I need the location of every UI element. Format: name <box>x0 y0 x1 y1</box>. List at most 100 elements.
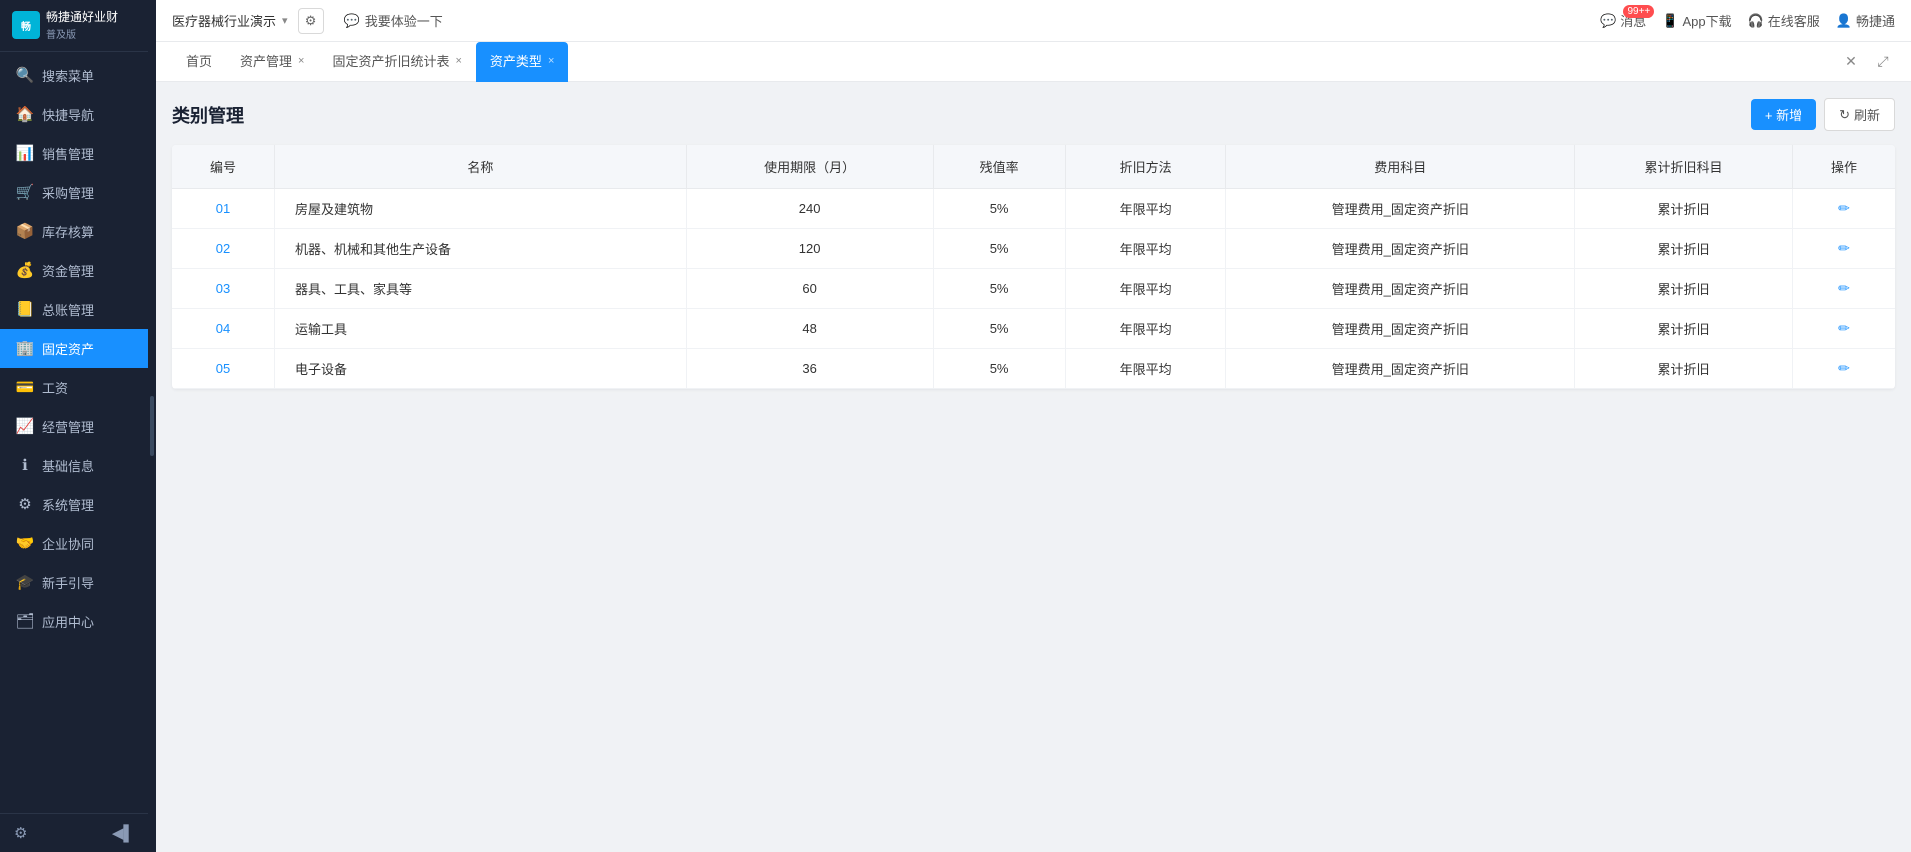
tab-label-0: 首页 <box>186 51 212 70</box>
tab-label-3: 资产类型 <box>490 51 542 70</box>
nav-icon-purchase: 🛒 <box>16 183 34 201</box>
table-row: 02 机器、机械和其他生产设备 120 5% 年限平均 管理费用_固定资产折旧 … <box>172 229 1895 269</box>
sidebar-item-appstore[interactable]: 🗂 应用中心 <box>0 602 148 641</box>
row-actions-0: ✏ <box>1793 189 1895 229</box>
nav-label-corp: 企业协同 <box>42 534 94 553</box>
tab-close-2[interactable]: × <box>455 55 461 67</box>
table-header: 编号名称使用期限（月）残值率折旧方法费用科目累计折旧科目操作 <box>172 145 1895 189</box>
tab-close-1[interactable]: × <box>298 55 304 67</box>
sidebar-nav: 🔍 搜索菜单 🏠 快捷导航 📊 销售管理 🛒 采购管理 📦 库存核算 💰 资金管… <box>0 52 148 813</box>
settings-button[interactable]: ⚙ <box>298 8 324 34</box>
customer-service-button[interactable]: 🎧 在线客服 <box>1748 11 1820 30</box>
sidebar-item-sales[interactable]: 📊 销售管理 <box>0 134 148 173</box>
row-name-4: 电子设备 <box>274 349 686 389</box>
nav-icon-inventory: 📦 <box>16 222 34 240</box>
sidebar-item-guide[interactable]: 🎓 新手引导 <box>0 563 148 602</box>
tab-actions: ✕ ⤢ <box>1839 50 1895 74</box>
sidebar-item-capital[interactable]: 💰 资金管理 <box>0 251 148 290</box>
sidebar-item-corp[interactable]: 🤝 企业协同 <box>0 524 148 563</box>
col-header-0: 编号 <box>172 145 274 189</box>
expand-button[interactable]: ⤢ <box>1871 50 1895 74</box>
row-method-2: 年限平均 <box>1065 269 1226 309</box>
row-expense-0: 管理费用_固定资产折旧 <box>1226 189 1574 229</box>
nav-label-system: 系统管理 <box>42 495 94 514</box>
nav-label-sales: 销售管理 <box>42 144 94 163</box>
experience-button[interactable]: 💬 我要体验一下 <box>334 7 453 34</box>
edit-icon-2[interactable]: ✏ <box>1838 280 1850 296</box>
row-accumulated-0: 累计折旧 <box>1574 189 1792 229</box>
row-id-0[interactable]: 01 <box>172 189 274 229</box>
row-id-3[interactable]: 04 <box>172 309 274 349</box>
nav-label-operation: 经营管理 <box>42 417 94 436</box>
col-header-4: 折旧方法 <box>1065 145 1226 189</box>
sidebar-item-ledger[interactable]: 📒 总账管理 <box>0 290 148 329</box>
nav-icon-system: ⚙ <box>16 495 34 513</box>
logo-icon: 畅 <box>12 11 40 39</box>
row-id-1[interactable]: 02 <box>172 229 274 269</box>
row-actions-3: ✏ <box>1793 309 1895 349</box>
row-residual-2: 5% <box>933 269 1065 309</box>
refresh-label: 刷新 <box>1854 105 1880 124</box>
row-months-1: 120 <box>686 229 933 269</box>
sidebar-item-search[interactable]: 🔍 搜索菜单 <box>0 56 148 95</box>
row-method-3: 年限平均 <box>1065 309 1226 349</box>
tab-1[interactable]: 资产管理× <box>226 42 318 82</box>
sidebar-item-system[interactable]: ⚙ 系统管理 <box>0 485 148 524</box>
sidebar-item-purchase[interactable]: 🛒 采购管理 <box>0 173 148 212</box>
collapse-icon[interactable]: ◀▌ <box>112 824 134 842</box>
sidebar: 畅 畅捷通好业财 普及版 🔍 搜索菜单 🏠 快捷导航 📊 销售管理 🛒 采购管理… <box>0 0 148 852</box>
sidebar-item-salary[interactable]: 💳 工资 <box>0 368 148 407</box>
sidebar-item-basic[interactable]: ℹ 基础信息 <box>0 446 148 485</box>
page-header: 类别管理 + 新增 ↻ 刷新 <box>172 98 1895 131</box>
row-actions-1: ✏ <box>1793 229 1895 269</box>
row-months-0: 240 <box>686 189 933 229</box>
row-expense-1: 管理费用_固定资产折旧 <box>1226 229 1574 269</box>
sidebar-item-operation[interactable]: 📈 经营管理 <box>0 407 148 446</box>
user-menu[interactable]: 👤 畅捷通 <box>1836 11 1895 30</box>
edit-icon-4[interactable]: ✏ <box>1838 360 1850 376</box>
tab-2[interactable]: 固定资产折旧统计表× <box>318 42 475 82</box>
col-header-5: 费用科目 <box>1226 145 1574 189</box>
row-residual-3: 5% <box>933 309 1065 349</box>
chat-icon: 💬 <box>344 13 360 29</box>
edit-icon-3[interactable]: ✏ <box>1838 320 1850 336</box>
tab-close-3[interactable]: × <box>548 55 554 67</box>
table-body: 01 房屋及建筑物 240 5% 年限平均 管理费用_固定资产折旧 累计折旧 ✏… <box>172 189 1895 389</box>
nav-label-quicknav: 快捷导航 <box>42 105 94 124</box>
settings-icon[interactable]: ⚙ <box>14 824 27 842</box>
refresh-button[interactable]: ↻ 刷新 <box>1824 98 1895 131</box>
gear-icon: ⚙ <box>305 13 317 29</box>
app-download-button[interactable]: 📱 App下载 <box>1662 11 1731 30</box>
nav-label-ledger: 总账管理 <box>42 300 94 319</box>
tab-3[interactable]: 资产类型 × <box>476 42 568 82</box>
close-tab-button[interactable]: ✕ <box>1839 50 1863 74</box>
main-area: 医疗器械行业演示 ▾ ⚙ 💬 我要体验一下 💬 消息 99+ 📱 App下载 <box>156 0 1911 852</box>
table-row: 04 运输工具 48 5% 年限平均 管理费用_固定资产折旧 累计折旧 ✏ <box>172 309 1895 349</box>
content-area: 类别管理 + 新增 ↻ 刷新 编号名称使用期限（月）残值率折旧方法费用科目累计折… <box>156 82 1911 852</box>
sidebar-item-fixed[interactable]: 🏢 固定资产 <box>0 329 148 368</box>
header-row: 编号名称使用期限（月）残值率折旧方法费用科目累计折旧科目操作 <box>172 145 1895 189</box>
message-button[interactable]: 💬 消息 99+ <box>1600 11 1646 30</box>
row-id-2[interactable]: 03 <box>172 269 274 309</box>
row-name-3: 运输工具 <box>274 309 686 349</box>
row-months-4: 36 <box>686 349 933 389</box>
category-table: 编号名称使用期限（月）残值率折旧方法费用科目累计折旧科目操作 01 房屋及建筑物… <box>172 145 1895 389</box>
sidebar-item-quicknav[interactable]: 🏠 快捷导航 <box>0 95 148 134</box>
user-icon: 👤 <box>1836 13 1852 29</box>
sidebar-item-inventory[interactable]: 📦 库存核算 <box>0 212 148 251</box>
company-selector[interactable]: 医疗器械行业演示 ▾ <box>172 11 288 30</box>
edit-icon-0[interactable]: ✏ <box>1838 200 1850 216</box>
row-months-2: 60 <box>686 269 933 309</box>
tab-0[interactable]: 首页 <box>172 42 226 82</box>
nav-icon-guide: 🎓 <box>16 573 34 591</box>
chevron-down-icon: ▾ <box>282 14 288 27</box>
new-button[interactable]: + 新增 <box>1751 99 1816 130</box>
message-icon: 💬 <box>1600 13 1616 29</box>
row-actions-4: ✏ <box>1793 349 1895 389</box>
nav-icon-quicknav: 🏠 <box>16 105 34 123</box>
nav-label-guide: 新手引导 <box>42 573 94 592</box>
row-id-4[interactable]: 05 <box>172 349 274 389</box>
nav-label-basic: 基础信息 <box>42 456 94 475</box>
edit-icon-1[interactable]: ✏ <box>1838 240 1850 256</box>
logo-edition: 普及版 <box>46 26 118 41</box>
